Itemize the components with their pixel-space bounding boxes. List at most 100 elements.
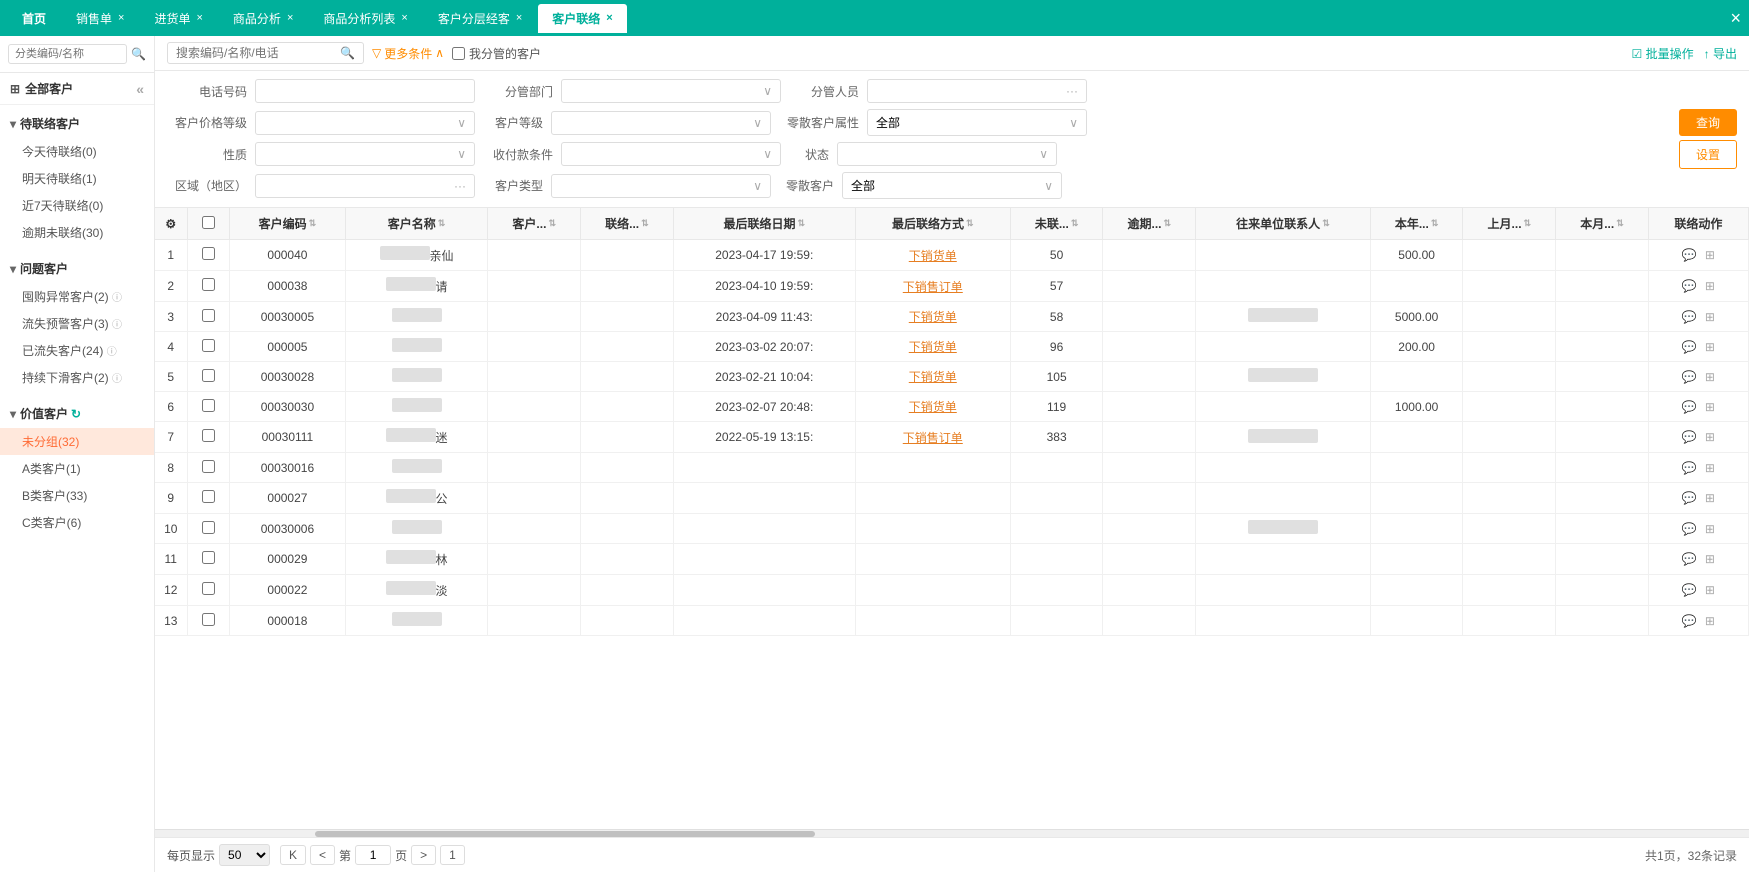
nav-tab-customer-contact[interactable]: 客户联络 × [538, 4, 626, 33]
sidebar-item-lost[interactable]: 已流失客户(24) ⓘ [0, 337, 154, 364]
close-sales-tab[interactable]: × [118, 12, 124, 24]
col-bizcontact-header[interactable]: 往来单位联系人⇅ [1196, 208, 1371, 240]
close-analysis-list-tab[interactable]: × [401, 12, 407, 24]
refresh-icon[interactable]: ↻ [71, 407, 81, 421]
sidebar-problem-group[interactable]: ▾ 问题客户 [0, 254, 154, 283]
action-chat-icon[interactable]: 💬 [1682, 370, 1697, 384]
action-chat-icon[interactable]: 💬 [1682, 583, 1697, 597]
action-grid-icon[interactable]: ⊞ [1705, 340, 1715, 354]
row-last-method[interactable]: 下销售订单 [855, 271, 1010, 302]
row-last-method[interactable] [855, 453, 1010, 483]
prev-page-btn[interactable]: < [310, 845, 335, 865]
sidebar-item-today[interactable]: 今天待联络(0) [0, 138, 154, 165]
row-last-method[interactable]: 下销售订单 [855, 422, 1010, 453]
region-more-icon[interactable]: ··· [454, 179, 466, 193]
sidebar-pending-group[interactable]: ▾ 待联络客户 [0, 109, 154, 138]
category-search-input[interactable] [8, 44, 127, 64]
filter-nature-select[interactable]: ∨ [255, 142, 475, 166]
filter-ctype-select[interactable]: ∨ [551, 174, 771, 198]
horizontal-scrollbar[interactable] [155, 829, 1749, 837]
row-last-method[interactable] [855, 514, 1010, 544]
row-action[interactable]: 💬⊞ [1648, 514, 1748, 544]
row-action[interactable]: 💬⊞ [1648, 362, 1748, 392]
filter-scatter-select[interactable]: 全部 ∨ [842, 172, 1062, 199]
per-page-select[interactable]: 50 100 200 [219, 844, 270, 866]
row-last-method[interactable]: 下销货单 [855, 362, 1010, 392]
sidebar-item-warn[interactable]: 流失预警客户(3) ⓘ [0, 310, 154, 337]
select-all-checkbox[interactable] [202, 216, 215, 229]
action-grid-icon[interactable]: ⊞ [1705, 552, 1715, 566]
batch-op-btn[interactable]: ☑ 批量操作 [1632, 45, 1694, 62]
action-chat-icon[interactable]: 💬 [1682, 400, 1697, 414]
row-action[interactable]: 💬⊞ [1648, 483, 1748, 514]
action-grid-icon[interactable]: ⊞ [1705, 279, 1715, 293]
col-code-header[interactable]: 客户编码⇅ [230, 208, 346, 240]
action-grid-icon[interactable]: ⊞ [1705, 583, 1715, 597]
action-chat-icon[interactable]: 💬 [1682, 279, 1697, 293]
filter-payment-select[interactable]: ∨ [561, 142, 781, 166]
action-chat-icon[interactable]: 💬 [1682, 522, 1697, 536]
col-contact-header[interactable]: 联络...⇅ [581, 208, 674, 240]
more-conditions-btn[interactable]: ▽ 更多条件 ∧ [372, 45, 444, 62]
sidebar-value-group[interactable]: ▾ 价值客户 ↻ [0, 399, 154, 428]
my-customers-check[interactable] [452, 47, 465, 60]
nav-home[interactable]: 首页 [8, 4, 60, 33]
first-page-btn[interactable]: K [280, 845, 306, 865]
action-chat-icon[interactable]: 💬 [1682, 614, 1697, 628]
action-chat-icon[interactable]: 💬 [1682, 340, 1697, 354]
action-grid-icon[interactable]: ⊞ [1705, 248, 1715, 262]
close-segment-tab[interactable]: × [516, 12, 522, 24]
action-grid-icon[interactable]: ⊞ [1705, 310, 1715, 324]
sidebar-item-overdue[interactable]: 逾期未联络(30) [0, 219, 154, 246]
filter-status-select[interactable]: ∨ [837, 142, 1057, 166]
row-action[interactable]: 💬⊞ [1648, 302, 1748, 332]
scrollbar-thumb[interactable] [315, 831, 815, 837]
row-last-method[interactable]: 下销货单 [855, 240, 1010, 271]
col-checkbox-header[interactable] [187, 208, 230, 240]
row-checkbox[interactable] [187, 514, 230, 544]
query-button[interactable]: 查询 [1679, 109, 1737, 136]
collapse-icon[interactable]: « [136, 81, 144, 97]
page-input[interactable] [355, 845, 391, 865]
nav-tab-purchase[interactable]: 进货单 × [140, 4, 216, 33]
action-grid-icon[interactable]: ⊞ [1705, 522, 1715, 536]
row-checkbox[interactable] [187, 240, 230, 271]
nav-tab-analysis[interactable]: 商品分析 × [219, 4, 307, 33]
my-customers-checkbox[interactable]: 我分管的客户 [452, 45, 541, 62]
action-grid-icon[interactable]: ⊞ [1705, 370, 1715, 384]
row-checkbox[interactable] [187, 362, 230, 392]
row-last-method[interactable] [855, 544, 1010, 575]
row-last-method[interactable]: 下销货单 [855, 392, 1010, 422]
action-chat-icon[interactable]: 💬 [1682, 461, 1697, 475]
action-chat-icon[interactable]: 💬 [1682, 310, 1697, 324]
action-chat-icon[interactable]: 💬 [1682, 491, 1697, 505]
row-checkbox[interactable] [187, 302, 230, 332]
sidebar-item-abnormal[interactable]: 囤购异常客户(2) ⓘ [0, 283, 154, 310]
row-action[interactable]: 💬⊞ [1648, 575, 1748, 606]
action-chat-icon[interactable]: 💬 [1682, 552, 1697, 566]
row-checkbox[interactable] [187, 332, 230, 362]
sidebar-item-7days[interactable]: 近7天待联络(0) [0, 192, 154, 219]
last-page-btn[interactable]: 1 [440, 845, 465, 865]
row-checkbox[interactable] [187, 392, 230, 422]
main-search-icon[interactable]: 🔍 [340, 46, 355, 60]
sidebar-item-class-a[interactable]: A类客户(1) [0, 455, 154, 482]
row-checkbox[interactable] [187, 422, 230, 453]
col-overdue-header[interactable]: 逾期...⇅ [1103, 208, 1196, 240]
sidebar-item-declining[interactable]: 持续下滑客户(2) ⓘ [0, 364, 154, 391]
col-type-header[interactable]: 客户...⇅ [488, 208, 581, 240]
row-checkbox[interactable] [187, 271, 230, 302]
sidebar-item-ungroup[interactable]: 未分组(32) [0, 428, 154, 455]
nav-tab-sales[interactable]: 销售单 × [62, 4, 138, 33]
col-settings-header[interactable]: ⚙ [155, 208, 187, 240]
close-purchase-tab[interactable]: × [196, 12, 202, 24]
col-uncontacted-header[interactable]: 未联...⇅ [1010, 208, 1103, 240]
col-thisyear-header[interactable]: 本年...⇅ [1370, 208, 1463, 240]
action-grid-icon[interactable]: ⊞ [1705, 614, 1715, 628]
col-lastdate-header[interactable]: 最后联络日期⇅ [673, 208, 855, 240]
row-action[interactable]: 💬⊞ [1648, 544, 1748, 575]
filter-dept-select[interactable]: ∨ [561, 79, 781, 103]
row-action[interactable]: 💬⊞ [1648, 422, 1748, 453]
col-thismonth-header[interactable]: 本月...⇅ [1556, 208, 1649, 240]
row-last-method[interactable] [855, 606, 1010, 636]
